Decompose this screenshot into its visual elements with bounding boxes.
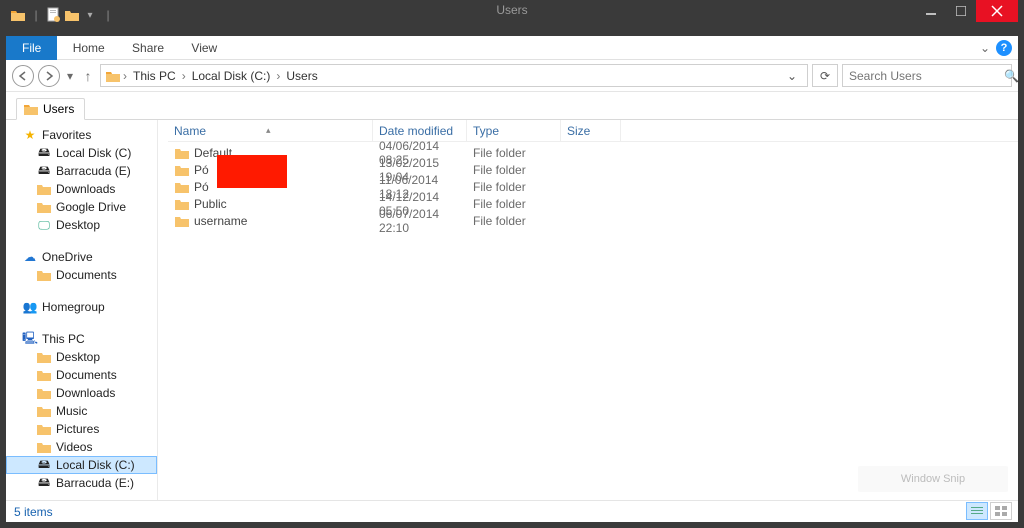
- breadcrumb[interactable]: Local Disk (C:): [188, 69, 275, 83]
- folder-icon: [174, 196, 190, 212]
- folder-icon: [23, 101, 39, 117]
- folder-icon: [36, 267, 52, 283]
- breadcrumb-sep[interactable]: ›: [123, 69, 127, 83]
- view-icons-button[interactable]: [990, 502, 1012, 520]
- folder-icon: [174, 213, 190, 229]
- search-icon[interactable]: 🔍: [1004, 69, 1019, 83]
- ribbon-tabs: File Home Share View ⌄ ?: [6, 36, 1018, 60]
- status-text: 5 items: [14, 505, 53, 519]
- computer-icon: 🖳: [22, 331, 38, 347]
- explorer-body: ★Favorites 🖴Local Disk (C) 🖴Barracuda (E…: [6, 119, 1018, 500]
- refresh-button[interactable]: ⟳: [812, 64, 838, 87]
- tree-item[interactable]: Music: [6, 402, 157, 420]
- list-item[interactable]: Default 04/06/2014 08:25 File folder: [168, 144, 1018, 161]
- tree-item[interactable]: 🖵Desktop: [6, 216, 157, 234]
- tree-thispc[interactable]: 🖳This PC: [6, 330, 157, 348]
- search-box[interactable]: 🔍: [842, 64, 1012, 87]
- back-button[interactable]: [12, 65, 34, 87]
- redaction-overlay: [217, 155, 287, 188]
- address-dropdown-icon[interactable]: ⌄: [781, 69, 803, 83]
- cloud-icon: ☁: [22, 249, 38, 265]
- tab-home[interactable]: Home: [61, 36, 117, 60]
- maximize-button[interactable]: [946, 0, 976, 22]
- tree-homegroup[interactable]: 👥Homegroup: [6, 298, 157, 316]
- breadcrumb[interactable]: Users: [282, 69, 321, 83]
- tree-item[interactable]: 🖴Barracuda (E:): [6, 474, 157, 492]
- col-type[interactable]: Type: [467, 120, 561, 142]
- tree-item[interactable]: Videos: [6, 438, 157, 456]
- recent-locations-dropdown[interactable]: ▾: [64, 69, 76, 83]
- ribbon-expand-icon[interactable]: ⌄: [980, 41, 990, 55]
- window-client-area: File Home Share View ⌄ ? ▾ ↑ › This PC ›…: [6, 36, 1018, 522]
- breadcrumb-sep[interactable]: ›: [182, 69, 186, 83]
- location-tab[interactable]: Users: [16, 98, 85, 120]
- close-button[interactable]: [976, 0, 1018, 22]
- folder-icon: [36, 349, 52, 365]
- folder-icon: [36, 403, 52, 419]
- tree-item[interactable]: Documents: [6, 266, 157, 284]
- drive-icon: 🖴: [36, 475, 52, 491]
- window-controls: [916, 0, 1018, 22]
- navigation-bar: ▾ ↑ › This PC › Local Disk (C:) › Users …: [6, 60, 1018, 92]
- tree-item[interactable]: Downloads: [6, 180, 157, 198]
- sort-asc-icon: ▴: [266, 119, 271, 141]
- tree-item[interactable]: Documents: [6, 366, 157, 384]
- tree-item[interactable]: Desktop: [6, 348, 157, 366]
- list-item[interactable]: Pó 13/02/2015 19:04 File folder: [168, 161, 1018, 178]
- view-details-button[interactable]: [966, 502, 988, 520]
- tree-onedrive[interactable]: ☁OneDrive: [6, 248, 157, 266]
- homegroup-icon: 👥: [22, 299, 38, 315]
- address-bar[interactable]: › This PC › Local Disk (C:) › Users ⌄: [100, 64, 808, 87]
- status-bar: 5 items: [6, 500, 1018, 522]
- minimize-button[interactable]: [916, 0, 946, 22]
- folder-icon: [36, 199, 52, 215]
- list-item[interactable]: Public 14/12/2014 05:50 File folder: [168, 195, 1018, 212]
- search-input[interactable]: [849, 69, 1004, 83]
- file-list[interactable]: Name▴ Date modified Type Size Default 04…: [158, 120, 1018, 500]
- window-frame: | ▾ | Users File Home Share View ⌄ ?: [0, 0, 1024, 528]
- help-button[interactable]: ?: [996, 40, 1012, 56]
- list-item[interactable]: username 06/07/2014 22:10 File folder: [168, 212, 1018, 229]
- tree-item[interactable]: 🖴Barracuda (E): [6, 162, 157, 180]
- folder-icon: [105, 68, 121, 84]
- col-size[interactable]: Size: [561, 120, 621, 142]
- list-item[interactable]: Pó 11/06/2014 18:12 File folder: [168, 178, 1018, 195]
- desktop-icon: 🖵: [36, 217, 52, 233]
- tree-favorites[interactable]: ★Favorites: [6, 126, 157, 144]
- folder-icon: [36, 367, 52, 383]
- tab-view[interactable]: View: [179, 36, 229, 60]
- folder-icon: [36, 421, 52, 437]
- folder-icon: [174, 162, 190, 178]
- tree-item[interactable]: Google Drive: [6, 198, 157, 216]
- location-tab-label: Users: [43, 102, 74, 116]
- folder-icon: [36, 385, 52, 401]
- column-headers: Name▴ Date modified Type Size: [168, 120, 1018, 142]
- forward-button[interactable]: [38, 65, 60, 87]
- folder-icon: [174, 179, 190, 195]
- star-icon: ★: [22, 127, 38, 143]
- window-snip-watermark: Window Snip: [858, 466, 1008, 492]
- drive-icon: 🖴: [36, 457, 52, 473]
- drive-icon: 🖴: [36, 145, 52, 161]
- title-bar[interactable]: | ▾ | Users: [0, 0, 1024, 36]
- folder-icon: [174, 145, 190, 161]
- folder-icon: [36, 439, 52, 455]
- tree-item-selected[interactable]: 🖴Local Disk (C:): [6, 456, 157, 474]
- folder-icon: [36, 181, 52, 197]
- tab-share[interactable]: Share: [120, 36, 176, 60]
- up-button[interactable]: ↑: [80, 68, 96, 84]
- breadcrumb[interactable]: This PC: [129, 69, 180, 83]
- col-name[interactable]: Name▴: [168, 120, 373, 142]
- file-tab[interactable]: File: [6, 36, 57, 60]
- breadcrumb-sep[interactable]: ›: [276, 69, 280, 83]
- window-title: Users: [0, 0, 1024, 36]
- tree-item[interactable]: 🖴Local Disk (C): [6, 144, 157, 162]
- drive-icon: 🖴: [36, 163, 52, 179]
- tree-item[interactable]: Pictures: [6, 420, 157, 438]
- nav-tree[interactable]: ★Favorites 🖴Local Disk (C) 🖴Barracuda (E…: [6, 120, 158, 500]
- tree-item[interactable]: Downloads: [6, 384, 157, 402]
- file-rows: Default 04/06/2014 08:25 File folder Pó …: [168, 144, 1018, 229]
